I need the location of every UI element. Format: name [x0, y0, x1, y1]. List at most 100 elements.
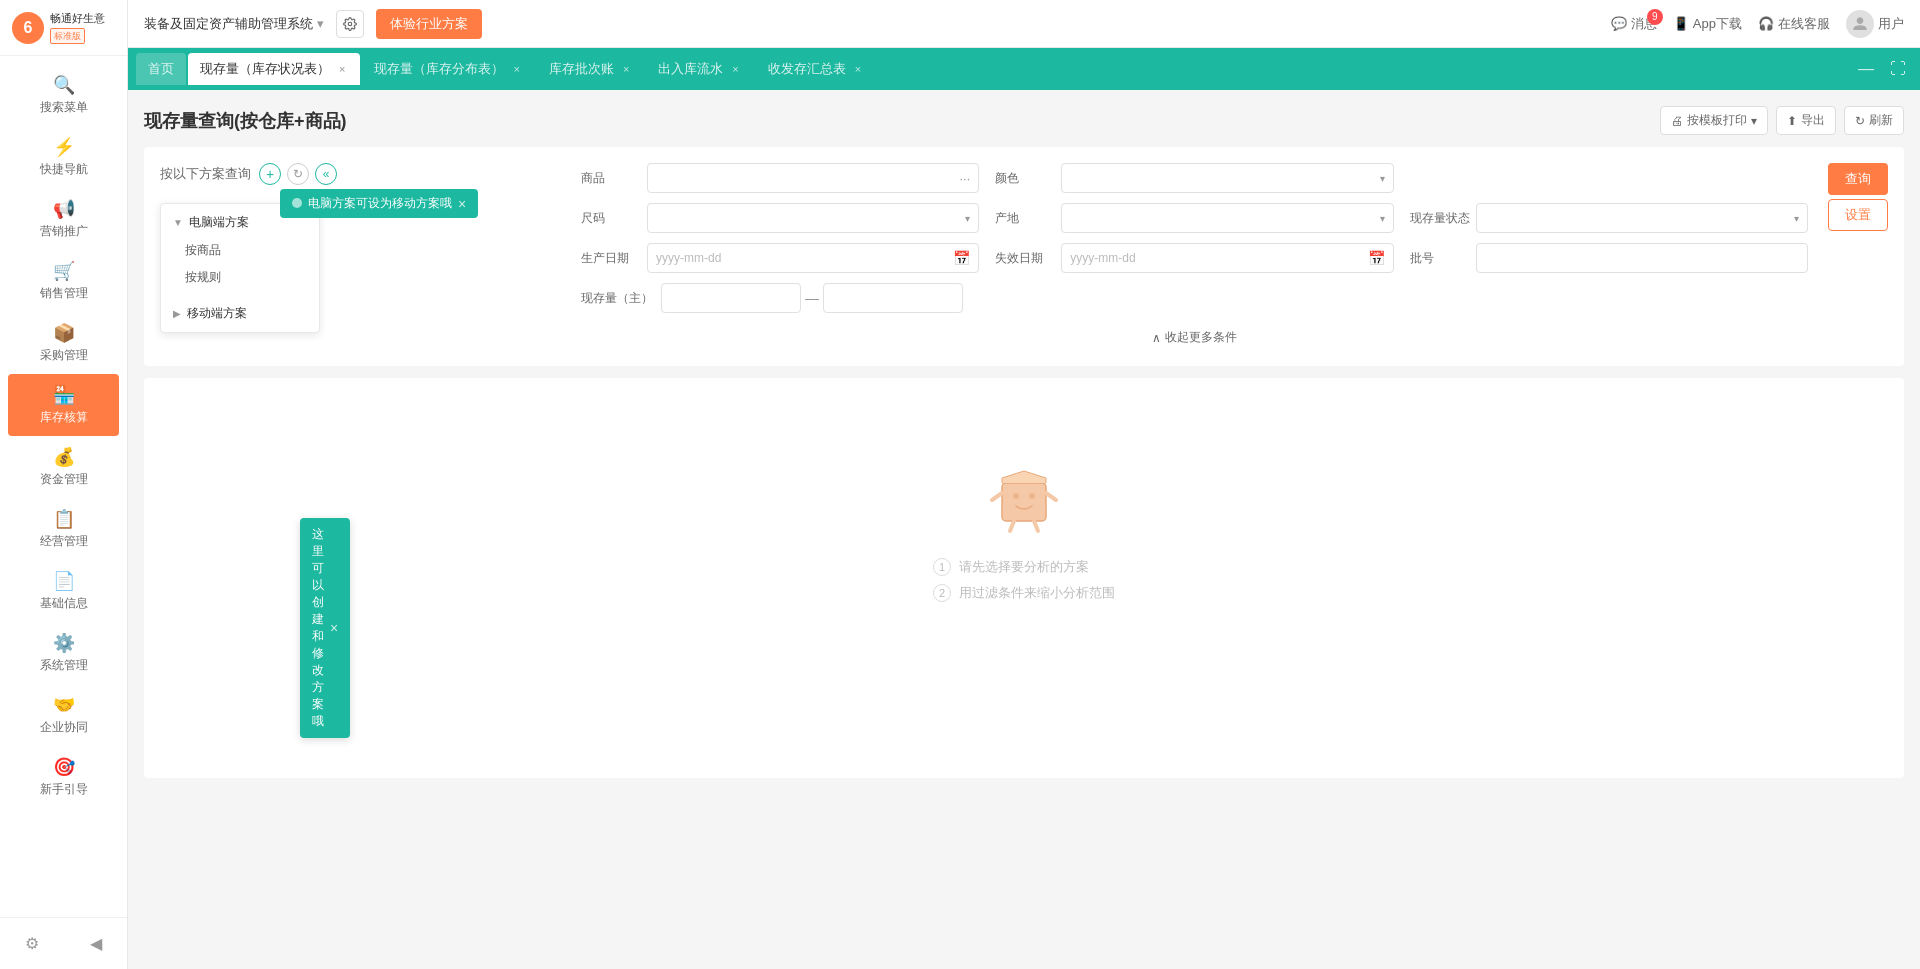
filter-area: 按以下方案查询 + ↻ « 电脑方案可设为移动方案哦 [144, 147, 1904, 366]
color-select[interactable]: ▾ [1061, 163, 1393, 193]
batch-no-filter-row: 批号 [1410, 243, 1808, 273]
chevron-down-icon: ▾ [1380, 213, 1385, 224]
expiry-date-input[interactable]: yyyy-mm-dd 📅 [1061, 243, 1393, 273]
tab-inventory-status[interactable]: 现存量（库存状况表） × [188, 53, 360, 85]
reset-button[interactable]: 设置 [1828, 199, 1888, 231]
goods-overflow-icon[interactable]: ··· [959, 171, 970, 186]
collapse-sidebar-button[interactable]: ◀ [82, 930, 110, 957]
page-actions: 🖨 按模板打印 ▾ ⬆ 导出 ↻ 刷新 [1660, 106, 1904, 135]
tab-close-icon[interactable]: × [510, 62, 522, 76]
search-buttons-col: 查询 设置 [1820, 163, 1888, 350]
sidebar-item-inventory[interactable]: 🏪 库存核算 [8, 374, 119, 436]
sidebar-item-search[interactable]: 🔍 搜索菜单 [0, 64, 127, 126]
sidebar-item-label: 营销推广 [40, 223, 88, 240]
search-button[interactable]: 查询 [1828, 163, 1888, 195]
svg-point-3 [1013, 493, 1019, 499]
trial-button[interactable]: 体验行业方案 [376, 9, 482, 39]
sidebar-item-basic[interactable]: 📄 基础信息 [0, 560, 127, 622]
tab-close-icon[interactable]: × [852, 62, 864, 76]
notification-button[interactable]: 💬 消息 9 [1611, 15, 1657, 33]
refresh-scheme-button[interactable]: ↻ [287, 163, 309, 185]
empty-state: 1 请先选择要分析的方案 2 用过滤条件来缩小分析范围 [144, 378, 1904, 666]
chevron-up-icon: ∧ [1152, 331, 1161, 345]
tab-inout-flow[interactable]: 出入库流水 × [646, 53, 753, 85]
svg-point-0 [348, 22, 352, 26]
tab-recv-summary[interactable]: 收发存汇总表 × [756, 53, 876, 85]
tab-minimize-button[interactable]: — [1852, 55, 1880, 83]
batch-no-input[interactable] [1476, 243, 1808, 273]
filter-label: 按以下方案查询 [160, 165, 251, 183]
refresh-button[interactable]: ↻ 刷新 [1844, 106, 1904, 135]
inventory-status-filter-row: 现存量状态 ▾ [1410, 203, 1808, 233]
tab-close-icon[interactable]: × [336, 62, 348, 76]
tab-home[interactable]: 首页 [136, 53, 186, 85]
sidebar-item-label: 企业协同 [40, 719, 88, 736]
sidebar-item-system[interactable]: ⚙️ 系统管理 [0, 622, 127, 684]
tab-label: 现存量（库存状况表） [200, 60, 330, 78]
close-edit-tooltip-button[interactable]: × [330, 620, 338, 636]
sidebar-item-sales[interactable]: 🛒 销售管理 [0, 250, 127, 312]
top-header: 装备及固定资产辅助管理系统 ▾ 体验行业方案 💬 消息 9 📱 App下载 🎧 … [128, 0, 1920, 48]
sidebar-item-guide[interactable]: ⚡ 快捷导航 [0, 126, 127, 188]
print-button[interactable]: 🖨 按模板打印 ▾ [1660, 106, 1768, 135]
tab-inventory-dist[interactable]: 现存量（库存分布表） × [362, 53, 534, 85]
refresh-label: 刷新 [1869, 112, 1893, 129]
sidebar-item-marketing[interactable]: 📢 营销推广 [0, 188, 127, 250]
tab-close-icon[interactable]: × [620, 62, 632, 76]
app-download-button[interactable]: 📱 App下载 [1673, 15, 1742, 33]
collapse-filter-button[interactable]: ∧ 收起更多条件 [581, 325, 1808, 350]
sidebar-item-label: 经营管理 [40, 533, 88, 550]
size-filter-row: 尺码 ▾ [581, 203, 979, 233]
sidebar-item-label: 新手引导 [40, 781, 88, 798]
svg-line-6 [1046, 493, 1056, 500]
sidebar-item-enterprise[interactable]: 🤝 企业协同 [0, 684, 127, 746]
size-select[interactable]: ▾ [647, 203, 979, 233]
mobile-scheme-header[interactable]: ▶ 移动端方案 [161, 299, 319, 328]
scheme-item[interactable]: 按规则 [161, 264, 319, 291]
page-header: 现存量查询(按仓库+商品) 🖨 按模板打印 ▾ ⬆ 导出 ↻ 刷新 [144, 106, 1904, 135]
tab-batch-ledger[interactable]: 库存批次账 × [537, 53, 644, 85]
finance-icon: 💰 [53, 446, 75, 468]
sidebar-item-operations[interactable]: 📋 经营管理 [0, 498, 127, 560]
sidebar-item-purchase[interactable]: 📦 采购管理 [0, 312, 127, 374]
edit-scheme-tooltip-text: 这里可以创建和修改方案哦 [312, 526, 324, 730]
calendar-icon: 📅 [953, 250, 970, 266]
online-support-button[interactable]: 🎧 在线客服 [1758, 15, 1830, 33]
system-settings-button[interactable] [336, 10, 364, 38]
production-date-input[interactable]: yyyy-mm-dd 📅 [647, 243, 979, 273]
collapse-scheme-button[interactable]: « [315, 163, 337, 185]
inventory-main-max-input[interactable] [823, 283, 963, 313]
system-selector[interactable]: 装备及固定资产辅助管理系统 ▾ [144, 15, 324, 33]
close-scheme-tooltip-button[interactable]: × [458, 196, 466, 212]
range-separator: — [805, 290, 819, 306]
inventory-main-min-input[interactable] [661, 283, 801, 313]
header-left: 装备及固定资产辅助管理系统 ▾ 体验行业方案 [144, 9, 482, 39]
tab-maximize-button[interactable]: ⛶ [1884, 55, 1912, 83]
inventory-status-label: 现存量状态 [1410, 210, 1470, 227]
logo-text: 畅通好生意 标准版 [50, 11, 105, 45]
svg-line-8 [1034, 521, 1038, 531]
user-menu-button[interactable]: 用户 [1846, 10, 1904, 38]
main-content: 装备及固定资产辅助管理系统 ▾ 体验行业方案 💬 消息 9 📱 App下载 🎧 … [128, 0, 1920, 969]
batch-no-label: 批号 [1410, 250, 1470, 267]
purchase-icon: 📦 [53, 322, 75, 344]
settings-button[interactable]: ⚙ [17, 930, 47, 957]
logo-icon: 6 [12, 12, 44, 44]
export-button[interactable]: ⬆ 导出 [1776, 106, 1836, 135]
tab-label: 出入库流水 [658, 60, 723, 78]
tab-close-icon[interactable]: × [729, 62, 741, 76]
tab-bar: 首页 现存量（库存状况表） × 现存量（库存分布表） × 库存批次账 × 出入库… [128, 48, 1920, 90]
origin-select[interactable]: ▾ [1061, 203, 1393, 233]
production-date-placeholder: yyyy-mm-dd [656, 251, 721, 265]
export-label: 导出 [1801, 112, 1825, 129]
guide-icon: ⚡ [53, 136, 75, 158]
inventory-status-select[interactable]: ▾ [1476, 203, 1808, 233]
add-scheme-button[interactable]: + [259, 163, 281, 185]
sidebar-item-finance[interactable]: 💰 资金管理 [0, 436, 127, 498]
desktop-scheme-label: 电脑端方案 [189, 214, 249, 231]
tab-label: 库存批次账 [549, 60, 614, 78]
page-content: 现存量查询(按仓库+商品) 🖨 按模板打印 ▾ ⬆ 导出 ↻ 刷新 [128, 90, 1920, 969]
sidebar-item-newbie[interactable]: 🎯 新手引导 [0, 746, 127, 808]
scheme-item[interactable]: 按商品 [161, 237, 319, 264]
svg-point-4 [1029, 493, 1035, 499]
